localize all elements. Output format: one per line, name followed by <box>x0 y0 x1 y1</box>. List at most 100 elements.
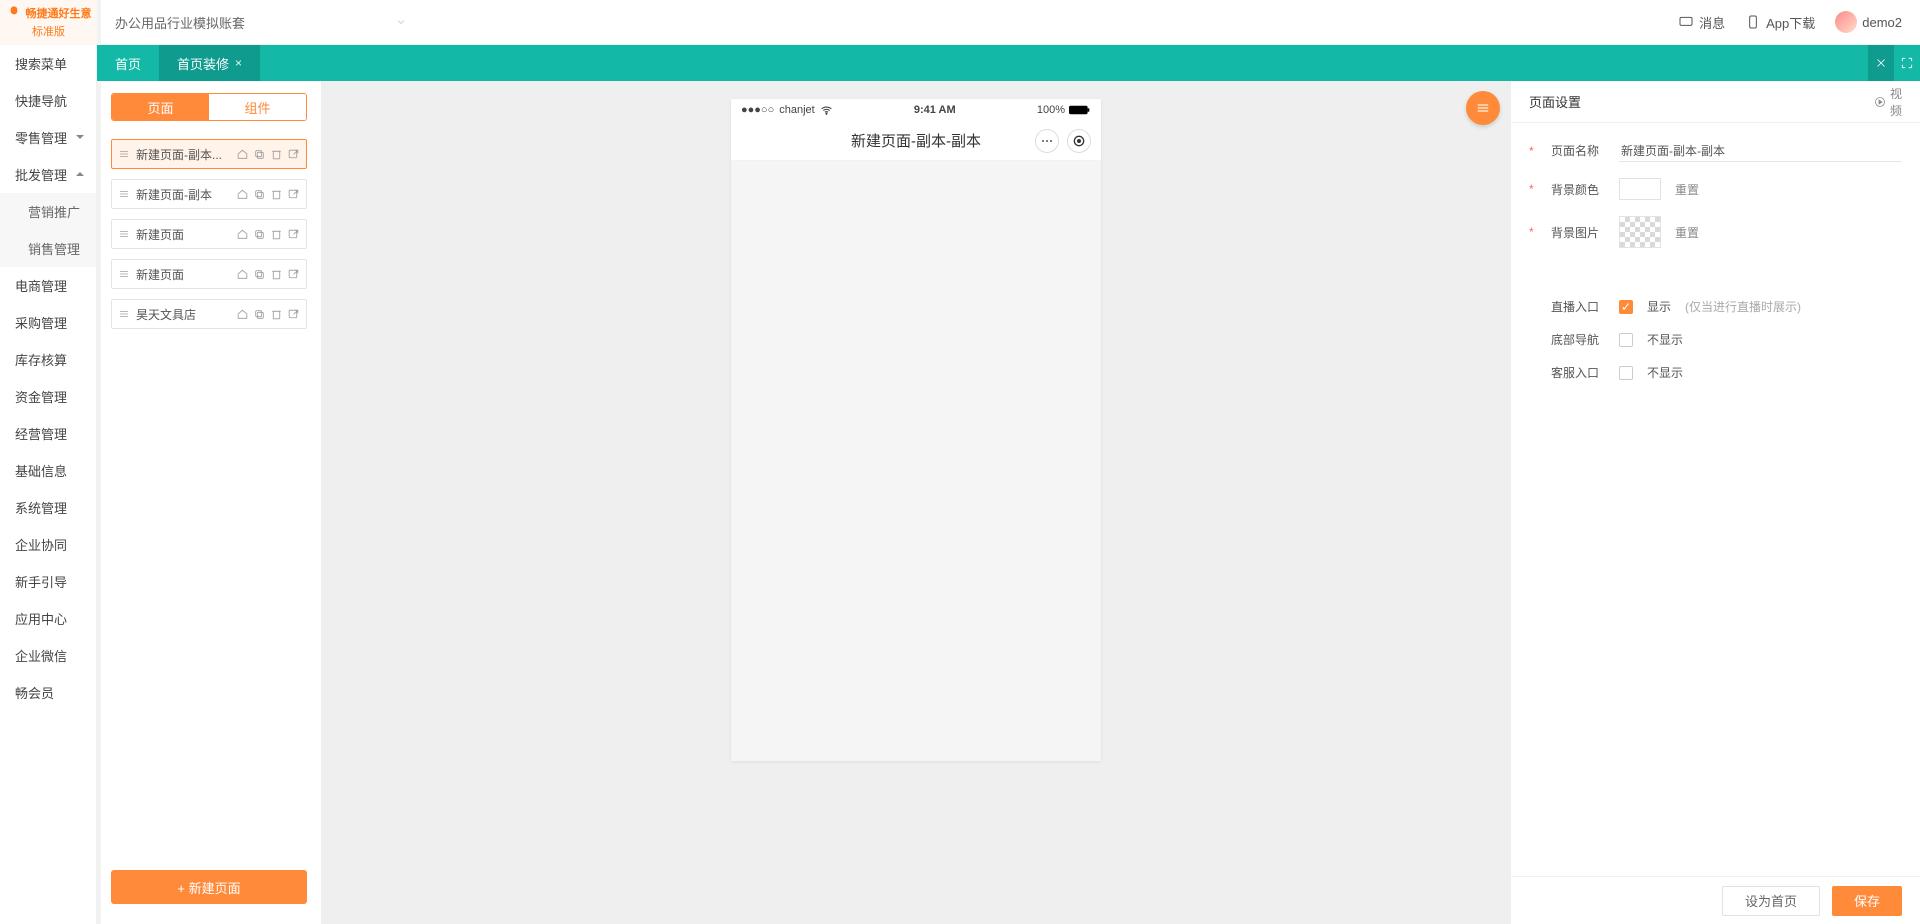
edition-label: 标准版 <box>32 23 65 39</box>
business-dropdown-label: 办公用品行业模拟账套 <box>115 13 245 32</box>
nav-beginner[interactable]: 新手引导 <box>0 563 96 600</box>
field-bg-color: * 背景颜色 重置 <box>1529 178 1902 200</box>
segment-page[interactable]: 页面 <box>112 94 209 120</box>
drag-icon <box>118 308 130 320</box>
nav-search-menu[interactable]: 搜索菜单 <box>0 45 96 82</box>
user-name: demo2 <box>1862 15 1902 30</box>
share-icon[interactable] <box>287 148 300 161</box>
nav-marketing[interactable]: 营销推广 <box>0 193 96 230</box>
service-checkbox[interactable] <box>1619 366 1633 380</box>
bg-color-swatch[interactable] <box>1619 178 1661 200</box>
field-live-entry: * 直播入口 ✓ 显示 (仅当进行直播时展示) <box>1529 298 1902 315</box>
delete-icon[interactable] <box>270 148 283 161</box>
page-name-input[interactable] <box>1619 139 1902 162</box>
page-card[interactable]: 昊天文具店 <box>111 299 307 329</box>
copy-icon[interactable] <box>253 228 266 241</box>
phone-page-title: 新建页面-副本-副本 <box>851 130 981 151</box>
canvas-menu-fab[interactable] <box>1466 91 1500 125</box>
top-header: 畅捷通好生意 标准版 办公用品行业模拟账套 消息 App下载 demo2 <box>0 0 1920 45</box>
nav-wechat-work[interactable]: 企业微信 <box>0 637 96 674</box>
segment-control: 页面 组件 <box>111 93 307 121</box>
delete-icon[interactable] <box>270 268 283 281</box>
copy-icon[interactable] <box>253 308 266 321</box>
brand-name: 畅捷通好生意 <box>26 5 92 21</box>
carrier-label: chanjet <box>779 104 814 116</box>
page-card[interactable]: 新建页面 <box>111 219 307 249</box>
phone-more-button[interactable] <box>1035 129 1059 153</box>
new-page-button[interactable]: + 新建页面 <box>111 870 307 904</box>
bottom-nav-checkbox[interactable] <box>1619 333 1633 347</box>
battery-icon <box>1069 104 1091 116</box>
play-icon <box>1874 96 1886 108</box>
nav-quick-nav[interactable]: 快捷导航 <box>0 82 96 119</box>
messages-link[interactable]: 消息 <box>1678 13 1725 32</box>
nav-wholesale[interactable]: 批发管理 <box>0 156 96 193</box>
nav-member[interactable]: 畅会员 <box>0 674 96 711</box>
nav-basic-info[interactable]: 基础信息 <box>0 452 96 489</box>
menu-icon <box>1474 99 1492 117</box>
share-icon[interactable] <box>287 188 300 201</box>
copy-icon[interactable] <box>253 268 266 281</box>
phone-body[interactable] <box>731 161 1101 761</box>
field-service-entry: * 客服入口 不显示 <box>1529 364 1902 381</box>
page-name: 新建页面 <box>136 226 230 243</box>
tab-home[interactable]: 首页 <box>97 45 159 81</box>
business-dropdown[interactable]: 办公用品行业模拟账套 <box>115 0 407 45</box>
tab-close-icon[interactable]: × <box>235 56 242 70</box>
nav-app-center[interactable]: 应用中心 <box>0 600 96 637</box>
bg-image-reset[interactable]: 重置 <box>1675 224 1699 241</box>
left-nav-scrollbar[interactable] <box>97 0 101 924</box>
app-download-link[interactable]: App下载 <box>1745 13 1815 32</box>
home-icon[interactable] <box>236 228 249 241</box>
live-show-label: 显示 <box>1647 298 1671 315</box>
page-card[interactable]: 新建页面-副本 <box>111 179 307 209</box>
delete-icon[interactable] <box>270 308 283 321</box>
phone-header: 新建页面-副本-副本 <box>731 121 1101 161</box>
nav-ecommerce[interactable]: 电商管理 <box>0 267 96 304</box>
delete-icon[interactable] <box>270 188 283 201</box>
home-icon[interactable] <box>236 188 249 201</box>
video-help-link[interactable]: 视频 <box>1874 85 1902 119</box>
tab-fullscreen-button[interactable] <box>1894 45 1920 81</box>
settings-footer: 设为首页 保存 <box>1511 876 1920 924</box>
page-card[interactable]: 新建页面-副本... <box>111 139 307 169</box>
app-download-label: App下载 <box>1766 13 1815 32</box>
brand-logo[interactable]: 畅捷通好生意 标准版 <box>0 0 97 45</box>
settings-title: 页面设置 <box>1529 92 1581 111</box>
page-card[interactable]: 新建页面 <box>111 259 307 289</box>
copy-icon[interactable] <box>253 188 266 201</box>
phone-target-button[interactable] <box>1067 129 1091 153</box>
save-button[interactable]: 保存 <box>1832 886 1902 916</box>
left-nav: 搜索菜单 快捷导航 零售管理 批发管理 营销推广 销售管理 电商管理 采购管理 … <box>0 45 97 924</box>
tab-home-decorate[interactable]: 首页装修 × <box>159 45 260 81</box>
page-name: 新建页面-副本... <box>136 146 230 163</box>
tab-close-button[interactable] <box>1868 45 1894 81</box>
delete-icon[interactable] <box>270 228 283 241</box>
share-icon[interactable] <box>287 308 300 321</box>
nav-funds[interactable]: 资金管理 <box>0 378 96 415</box>
nav-sales[interactable]: 销售管理 <box>0 230 96 267</box>
share-icon[interactable] <box>287 268 300 281</box>
share-icon[interactable] <box>287 228 300 241</box>
nav-system[interactable]: 系统管理 <box>0 489 96 526</box>
nav-enterprise[interactable]: 企业协同 <box>0 526 96 563</box>
nav-purchase[interactable]: 采购管理 <box>0 304 96 341</box>
nav-operations[interactable]: 经营管理 <box>0 415 96 452</box>
live-show-checkbox[interactable]: ✓ <box>1619 300 1633 314</box>
home-icon[interactable] <box>236 268 249 281</box>
tab-bar: 首页 首页装修 × <box>97 45 1920 81</box>
home-icon[interactable] <box>236 148 249 161</box>
user-menu[interactable]: demo2 <box>1835 11 1902 33</box>
copy-icon[interactable] <box>253 148 266 161</box>
nav-inventory[interactable]: 库存核算 <box>0 341 96 378</box>
chat-icon <box>1678 14 1694 30</box>
home-icon[interactable] <box>236 308 249 321</box>
segment-component[interactable]: 组件 <box>209 94 306 120</box>
avatar <box>1835 11 1857 33</box>
set-home-button[interactable]: 设为首页 <box>1722 886 1820 916</box>
canvas-area: ●●●○○ chanjet 9:41 AM 100% 新建页面-副本- <box>322 81 1510 924</box>
bg-color-reset[interactable]: 重置 <box>1675 181 1699 198</box>
chevron-down-icon <box>395 16 407 28</box>
bg-image-swatch[interactable] <box>1619 216 1661 248</box>
nav-retail[interactable]: 零售管理 <box>0 119 96 156</box>
